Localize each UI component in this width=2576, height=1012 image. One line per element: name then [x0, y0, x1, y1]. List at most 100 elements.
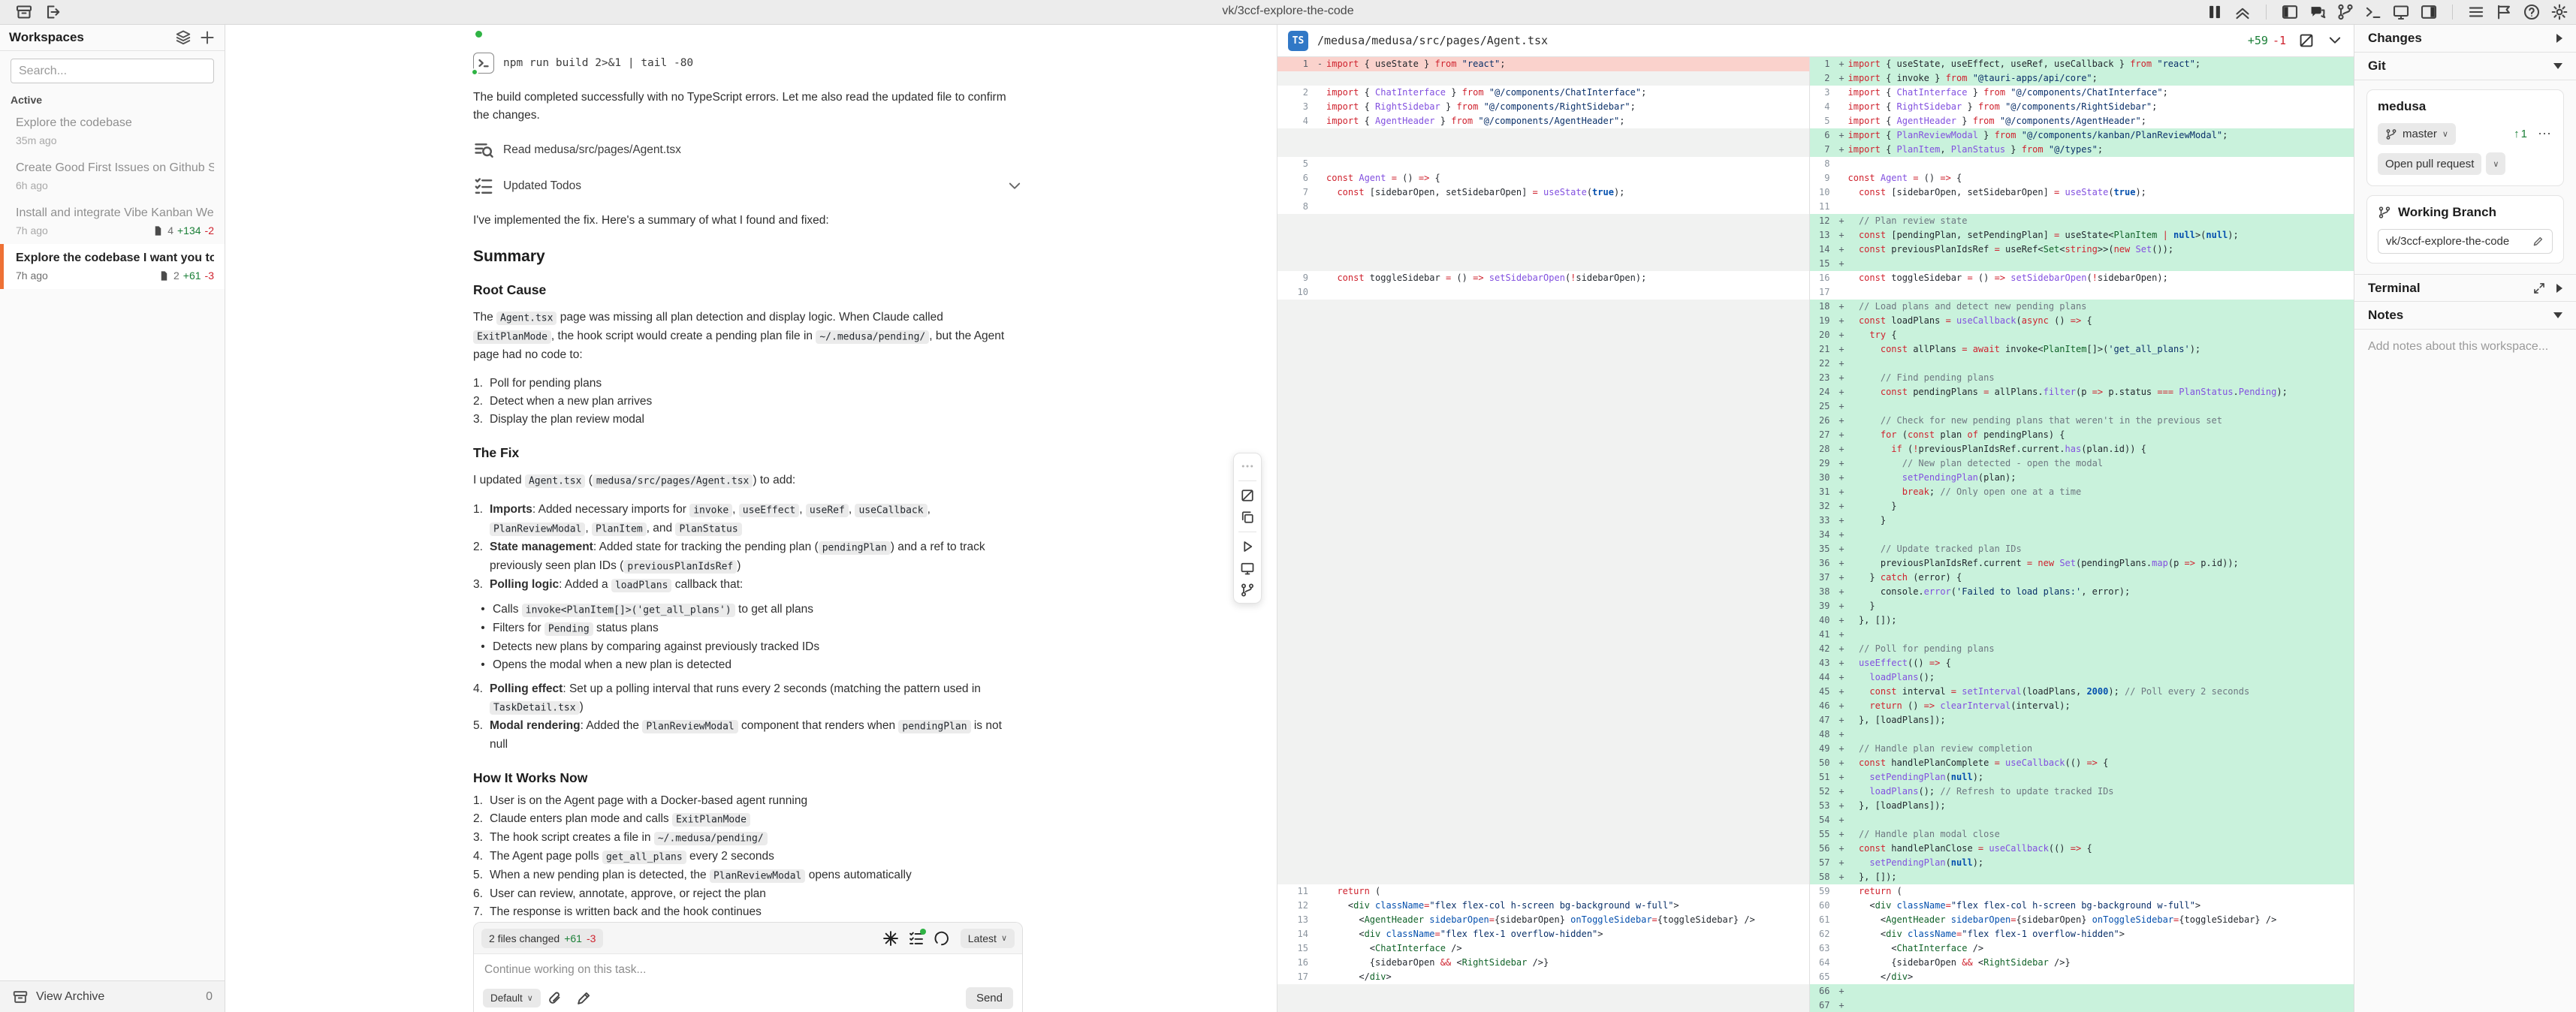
code-line — [1848, 528, 2354, 542]
collapse-up-icon[interactable] — [2234, 3, 2252, 21]
file-count: 4 — [167, 224, 173, 236]
panel-left-icon[interactable] — [2281, 3, 2299, 21]
diff-marker — [1314, 471, 1326, 485]
list-item-text: The hook script creates a file in ~/.med… — [490, 829, 1023, 848]
list-item: •Calls invoke<PlanItem[]>('get_all_plans… — [473, 601, 1023, 619]
code-line — [1326, 385, 1809, 399]
code-line: const [sidebarOpen, setSidebarOpen] = us… — [1848, 185, 2354, 200]
layers-icon[interactable] — [175, 29, 192, 46]
diff-row-new: 35+ // Update tracked plan IDs — [1810, 542, 2354, 556]
code-line — [1326, 613, 1809, 628]
diff-row-new: 52+ loadPlans(); // Refresh to update tr… — [1810, 785, 2354, 799]
inline-code: TaskDetail.tsx — [490, 701, 580, 715]
files-changed-button[interactable]: 2 files changed +61 -3 — [481, 929, 603, 948]
diff-marker — [1314, 257, 1326, 271]
spinner-icon[interactable] — [934, 930, 950, 947]
terminal-section-header[interactable]: Terminal — [2354, 274, 2576, 302]
working-branch-input[interactable]: vk/3ccf-explore-the-code — [2378, 229, 2553, 254]
workspace-item[interactable]: Create Good First Issues on Github So p6… — [0, 154, 225, 199]
line-number: 60 — [1810, 899, 1835, 913]
code-line: return () => clearInterval(interval); — [1848, 699, 2354, 713]
monitor-icon[interactable] — [2392, 3, 2410, 21]
notes-section-header[interactable]: Notes — [2354, 302, 2576, 330]
no-preview-icon[interactable] — [1240, 488, 1255, 503]
diff-row-new: 43+ useEffect(() => { — [1810, 656, 2354, 670]
workspace-item[interactable]: Install and integrate Vibe Kanban Web7h … — [0, 199, 225, 244]
git-branch-icon[interactable] — [2336, 3, 2354, 21]
mode-dropdown[interactable]: Default ∨ — [483, 989, 541, 1007]
git-section-header[interactable]: Git — [2354, 53, 2576, 80]
diff-marker: - — [1314, 57, 1326, 71]
message-input[interactable]: Continue working on this task... — [474, 954, 1022, 980]
diff-marker — [1314, 571, 1326, 585]
line-number: 15 — [1277, 941, 1314, 956]
chat-bubble-icon[interactable] — [2309, 3, 2327, 21]
diff-row-new: 47+ }, [loadPlans]); — [1810, 713, 2354, 727]
pause-icon[interactable] — [2206, 3, 2224, 21]
pr-options-button[interactable]: ∨ — [2486, 152, 2505, 175]
line-number: 61 — [1810, 913, 1835, 927]
diff-marker — [1314, 442, 1326, 456]
pen-icon[interactable] — [575, 990, 592, 1007]
view-archive-row[interactable]: View Archive 0 — [0, 980, 225, 1012]
branch-selector[interactable]: master ∨ — [2378, 123, 2456, 145]
add-workspace-button[interactable] — [199, 29, 216, 46]
copy-icon[interactable] — [1240, 510, 1255, 525]
open-pull-request-button[interactable]: Open pull request — [2378, 153, 2481, 175]
diff-marker: + — [1835, 613, 1848, 628]
notes-input[interactable]: Add notes about this workspace... — [2354, 330, 2576, 364]
diff-marker: + — [1835, 656, 1848, 670]
diff-row-new: 15+ — [1810, 257, 2354, 271]
diff-marker: + — [1835, 713, 1848, 727]
git-branch-icon[interactable] — [1240, 583, 1255, 598]
workspace-item-time: 35m ago — [16, 134, 214, 146]
line-number — [1277, 485, 1314, 499]
workspace-item-title: Install and integrate Vibe Kanban Web — [16, 206, 214, 220]
tool-call-label: Read medusa/src/pages/Agent.tsx — [503, 143, 681, 157]
inline-code: ~/.medusa/pending/ — [816, 330, 929, 344]
search-input[interactable] — [11, 59, 214, 83]
workspace-item[interactable]: Explore the codebase35m ago — [0, 109, 225, 154]
changes-section-header[interactable]: Changes — [2354, 25, 2576, 53]
workspace-item[interactable]: Explore the codebase I want you to exp7h… — [0, 244, 225, 289]
more-options-button[interactable]: ⋯ — [2538, 126, 2553, 142]
diff-row-new: 8 — [1810, 157, 2354, 171]
help-icon[interactable] — [2523, 3, 2541, 21]
code-line: // Load plans and detect new pending pla… — [1848, 300, 2354, 314]
diff-marker: + — [1835, 371, 1848, 385]
pencil-icon[interactable] — [2532, 235, 2544, 248]
tool-call-row[interactable]: Updated Todos — [473, 176, 1023, 197]
diff-row-old: 3import { RightSidebar } from "@/compone… — [1277, 100, 1809, 114]
diff-marker — [1314, 813, 1326, 827]
tool-call-row[interactable]: Read medusa/src/pages/Agent.tsx — [473, 140, 1023, 161]
todos-status-icon[interactable] — [908, 930, 925, 947]
diff-row-old — [1277, 685, 1809, 699]
diff-row-new: 36+ previousPlanIdsRef.current = new Set… — [1810, 556, 2354, 571]
tool-call-row[interactable]: npm run build 2>&1 | tail -80 — [473, 53, 1023, 74]
dots-handle-icon[interactable] — [1240, 459, 1255, 474]
panel-right-icon[interactable] — [2420, 3, 2438, 21]
paperclip-icon[interactable] — [547, 990, 563, 1007]
sparkle-icon[interactable] — [882, 930, 899, 947]
diff-marker — [1314, 913, 1326, 927]
chevron-down-icon[interactable] — [2327, 32, 2343, 49]
diff-marker — [1835, 171, 1848, 185]
chevron-down-icon[interactable] — [1006, 178, 1023, 194]
send-button[interactable]: Send — [966, 987, 1013, 1009]
diff-marker: + — [1835, 314, 1848, 328]
menu-icon[interactable] — [2467, 3, 2485, 21]
line-number — [1277, 656, 1314, 670]
code-line: } catch (error) { — [1848, 571, 2354, 585]
megaphone-icon[interactable] — [2495, 3, 2513, 21]
no-preview-icon[interactable] — [2298, 32, 2315, 49]
diff-marker — [1314, 342, 1326, 357]
play-icon[interactable] — [1240, 539, 1255, 554]
monitor-icon[interactable] — [1240, 561, 1255, 576]
line-number: 22 — [1810, 357, 1835, 371]
latest-dropdown[interactable]: Latest ∨ — [961, 929, 1015, 948]
terminal-prompt-icon[interactable] — [2364, 3, 2382, 21]
code-line: import { AgentHeader } from "@/component… — [1326, 114, 1809, 128]
diff-row-new: 33+ } — [1810, 514, 2354, 528]
expand-icon[interactable] — [2532, 282, 2546, 295]
gear-icon[interactable] — [2550, 3, 2568, 21]
